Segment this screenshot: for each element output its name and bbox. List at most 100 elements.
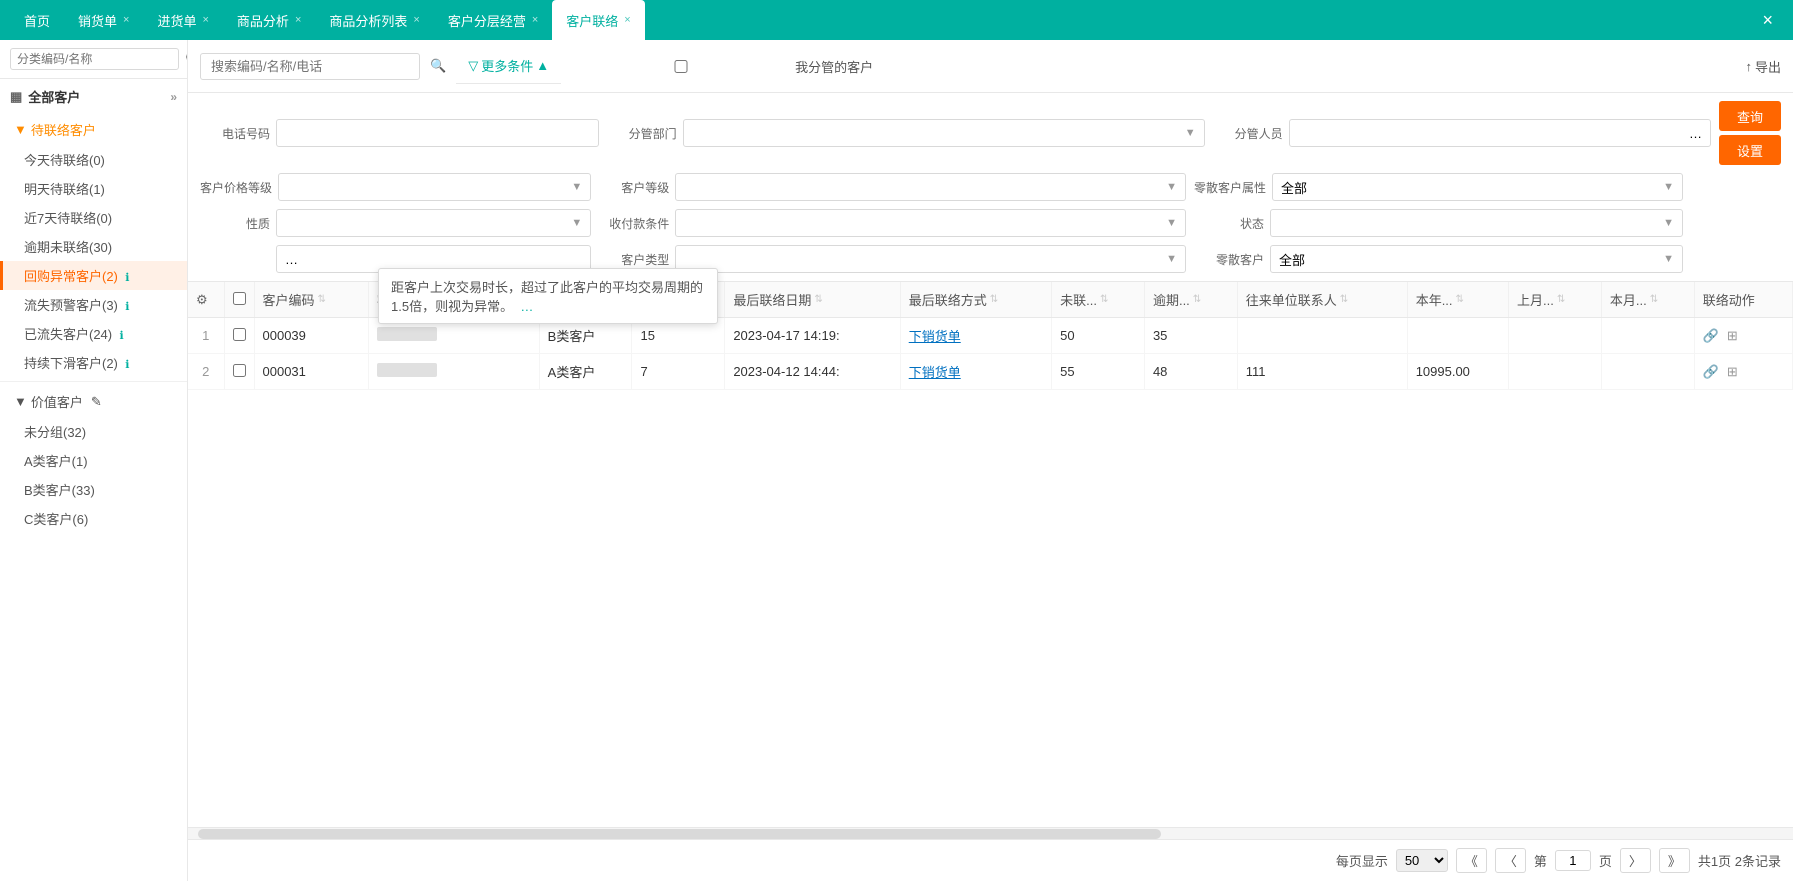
sidebar-a-class[interactable]: A类客户(1) — [0, 446, 187, 475]
page-label: 第 — [1534, 851, 1547, 870]
export-button[interactable]: ↑ 导出 — [1745, 57, 1781, 76]
th-uncontacted[interactable]: 未联... ⇅ — [1052, 282, 1145, 318]
payment-select[interactable]: ▼ — [675, 209, 1186, 237]
row-1-uncontacted: 50 — [1052, 318, 1145, 354]
row-2-last-contact-method[interactable]: 下销货单 — [900, 354, 1051, 390]
content-area: 🔍 ▽ 更多条件 ▲ 我分管的客户 ↑ 导出 电话号码 — [188, 40, 1793, 881]
customer-level-select[interactable]: ▼ — [675, 173, 1186, 201]
nav-product-analysis-list[interactable]: 商品分析列表 × — [315, 0, 433, 40]
chevron-up-icon: ▲ — [536, 58, 549, 73]
row-1-grid-icon[interactable]: ⊞ — [1727, 328, 1738, 344]
row-2-action-icons: 🔗 ⊞ — [1703, 364, 1784, 380]
last-page-button[interactable]: 》 — [1659, 848, 1690, 873]
th-this-year[interactable]: 本年... ⇅ — [1407, 282, 1508, 318]
sort-icon-this-month: ⇅ — [1650, 294, 1658, 305]
row-index-1: 1 — [188, 318, 224, 354]
page-size-select[interactable]: 50 100 200 — [1396, 849, 1448, 872]
search-button[interactable]: 🔍 — [430, 58, 446, 74]
sidebar-tomorrow-contact[interactable]: 明天待联络(1) — [0, 174, 187, 203]
payment-label: 收付款条件 — [599, 215, 669, 232]
th-overdue[interactable]: 逾期... ⇅ — [1144, 282, 1237, 318]
search-input[interactable] — [200, 53, 420, 80]
next-page-button[interactable]: 〉 — [1620, 848, 1651, 873]
sidebar-churn-warning[interactable]: 流失预警客户(3) ℹ — [0, 290, 187, 319]
row-1-last-contact-method[interactable]: 下销货单 — [900, 318, 1051, 354]
page-input[interactable] — [1555, 850, 1591, 871]
close-product-analysis-icon[interactable]: × — [295, 14, 301, 26]
sidebar-c-class[interactable]: C类客户(6) — [0, 504, 187, 533]
row-checkbox-1[interactable] — [224, 318, 254, 354]
row-1-last-contact-date: 2023-04-17 14:19: — [725, 318, 900, 354]
nature-arrow-icon: ▼ — [571, 217, 582, 229]
th-last-contact-method[interactable]: 最后联络方式 ⇅ — [900, 282, 1051, 318]
row-2-link-icon[interactable]: 🔗 — [1703, 364, 1719, 380]
row-checkbox-2[interactable] — [224, 354, 254, 390]
nature-select[interactable]: ▼ — [276, 209, 591, 237]
close-customer-segmentation-icon[interactable]: × — [532, 14, 538, 26]
row-2-checkbox[interactable] — [233, 364, 246, 377]
row-2-grid-icon[interactable]: ⊞ — [1727, 364, 1738, 380]
price-level-select[interactable]: ▼ — [278, 173, 591, 201]
th-last-contact-date[interactable]: 最后联络日期 ⇅ — [725, 282, 900, 318]
nav-home[interactable]: 首页 — [10, 0, 64, 40]
nav-purchase-order[interactable]: 进货单 × — [143, 0, 222, 40]
advanced-filter-panel: 电话号码 分管部门 ▼ 分管人员 … 查询 — [188, 93, 1793, 282]
setting-button[interactable]: 设置 — [1719, 135, 1781, 165]
sidebar-today-contact[interactable]: 今天待联络(0) — [0, 145, 187, 174]
th-gear[interactable]: ⚙ — [188, 282, 224, 318]
person-label: 分管人员 — [1213, 125, 1283, 142]
th-last-month[interactable]: 上月... ⇅ — [1509, 282, 1602, 318]
customer-type-select[interactable]: ▼ — [675, 245, 1186, 273]
row-1-action-icons: 🔗 ⊞ — [1703, 328, 1784, 344]
close-sales-order-icon[interactable]: × — [123, 14, 129, 26]
row-2-uncontacted: 55 — [1052, 354, 1145, 390]
row-1-link-icon[interactable]: 🔗 — [1703, 328, 1719, 344]
row-2-type: A类客户 — [539, 354, 632, 390]
first-page-button[interactable]: 《 — [1456, 848, 1487, 873]
window-close-button[interactable]: × — [1752, 10, 1783, 31]
sidebar-all-customers[interactable]: ▦ 全部客户 » — [0, 79, 187, 114]
my-customers-checkbox[interactable] — [571, 60, 791, 73]
nav-sales-order[interactable]: 销货单 × — [64, 0, 143, 40]
sidebar-b-class[interactable]: B类客户(33) — [0, 475, 187, 504]
th-contact-person[interactable]: 往来单位联系人 ⇅ — [1237, 282, 1407, 318]
query-button[interactable]: 查询 — [1719, 101, 1781, 131]
retail-customer-select[interactable]: 全部 ▼ — [1270, 245, 1683, 273]
row-1-checkbox[interactable] — [233, 328, 246, 341]
page-size-label: 每页显示 — [1336, 851, 1388, 870]
nav-customer-contact[interactable]: 客户联络 × — [552, 0, 644, 40]
close-purchase-order-icon[interactable]: × — [202, 14, 208, 26]
tooltip-more-icon: … — [520, 299, 533, 314]
scrollbar-thumb[interactable] — [198, 829, 1161, 839]
th-code[interactable]: 客户编码 ⇅ — [254, 282, 368, 318]
person-input[interactable]: … — [1289, 119, 1711, 147]
nav-customer-segmentation[interactable]: 客户分层经营 × — [434, 0, 552, 40]
retail-attr-select[interactable]: 全部 ▼ — [1272, 173, 1683, 201]
phone-input[interactable] — [276, 119, 599, 147]
sidebar-declining[interactable]: 持续下滑客户(2) ℹ — [0, 348, 187, 377]
status-select[interactable]: ▼ — [1270, 209, 1683, 237]
prev-page-button[interactable]: 〈 — [1495, 848, 1526, 873]
close-customer-contact-icon[interactable]: × — [624, 14, 630, 26]
sidebar-ungrouped[interactable]: 未分组(32) — [0, 417, 187, 446]
nav-product-analysis[interactable]: 商品分析 × — [223, 0, 315, 40]
th-this-month[interactable]: 本月... ⇅ — [1601, 282, 1694, 318]
filter-row-1: 电话号码 分管部门 ▼ 分管人员 … 查询 — [200, 101, 1781, 165]
edit-icon[interactable]: ✎ — [91, 394, 102, 410]
sidebar-churned[interactable]: 已流失客户(24) ℹ — [0, 319, 187, 348]
dept-select[interactable]: ▼ — [683, 119, 1205, 147]
horizontal-scrollbar[interactable] — [188, 827, 1793, 839]
more-conditions-button[interactable]: ▽ 更多条件 ▲ — [456, 48, 561, 84]
sidebar-overdue-contact[interactable]: 逾期未联络(30) — [0, 232, 187, 261]
my-customers-checkbox-label[interactable]: 我分管的客户 — [571, 57, 873, 76]
info-icon-2: ℹ — [125, 301, 129, 313]
sidebar-value-customers-section[interactable]: ▼ 价值客户 ✎ — [0, 386, 187, 417]
customer-level-label: 客户等级 — [599, 179, 669, 196]
sidebar-pending-contact-section[interactable]: ▼ 待联络客户 — [0, 114, 187, 145]
sidebar-7day-contact[interactable]: 近7天待联络(0) — [0, 203, 187, 232]
close-product-analysis-list-icon[interactable]: × — [413, 14, 419, 26]
select-all-checkbox[interactable] — [233, 292, 246, 305]
sidebar-repurchase-abnormal[interactable]: 回购异常客户(2) ℹ — [0, 261, 187, 290]
sidebar-search-input[interactable] — [10, 48, 179, 70]
row-1-this-month — [1601, 318, 1694, 354]
